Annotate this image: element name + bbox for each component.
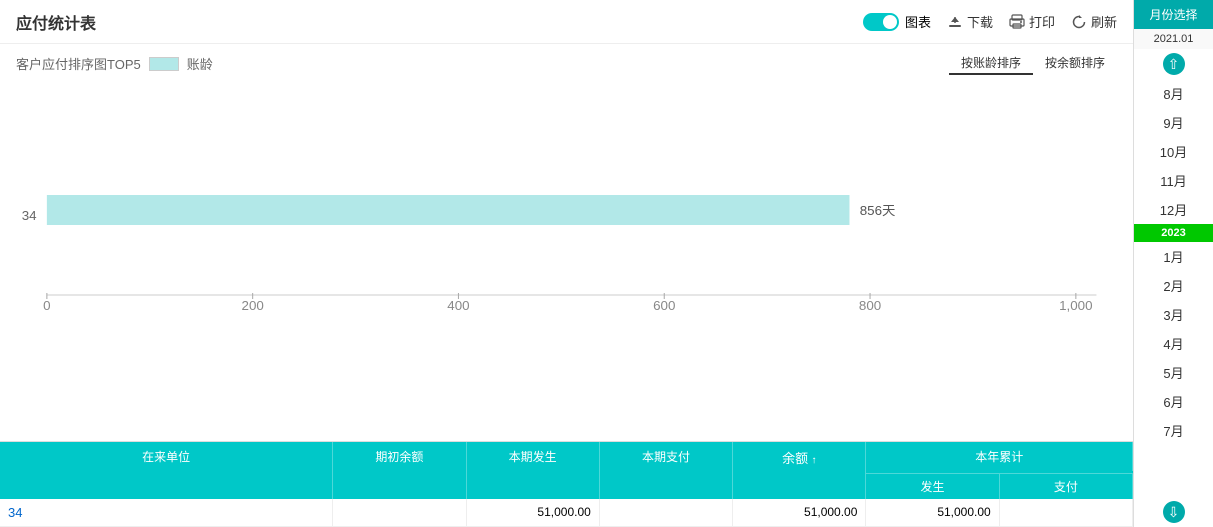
sidebar-month-item[interactable]: 5月	[1134, 358, 1213, 387]
page-title: 应付统计表	[16, 10, 863, 34]
chart-top-label: 客户应付排序图TOP5	[16, 54, 141, 73]
refresh-button[interactable]: 刷新	[1071, 12, 1117, 31]
cell-ytd-pay	[1000, 499, 1133, 527]
svg-text:600: 600	[653, 298, 675, 313]
sidebar-month-item[interactable]: 4月	[1134, 329, 1213, 358]
sidebar-month-item[interactable]: 11月	[1134, 166, 1213, 195]
sidebar-month-item[interactable]: 7月	[1134, 416, 1213, 445]
sidebar-month-item[interactable]: 8月	[1134, 79, 1213, 108]
sidebar-month-item[interactable]: 6月	[1134, 387, 1213, 416]
sidebar-month-item[interactable]: 10月	[1134, 137, 1213, 166]
svg-text:856天: 856天	[860, 203, 896, 218]
sidebar: 月份选择 2021.01 ⇧ 8月9月10月11月12月20231月2月3月4月…	[1133, 0, 1213, 527]
refresh-icon	[1071, 14, 1087, 30]
svg-text:0: 0	[43, 298, 50, 313]
sidebar-month-item[interactable]: 12月	[1134, 195, 1213, 224]
year-marker: 2023	[1134, 224, 1213, 242]
svg-text:1,000: 1,000	[1059, 298, 1092, 313]
sidebar-month-item[interactable]: 2月	[1134, 271, 1213, 300]
svg-text:400: 400	[447, 298, 469, 313]
refresh-label: 刷新	[1091, 12, 1117, 31]
cell-unit: 34	[0, 499, 333, 527]
down-arrow-icon[interactable]: ⇩	[1163, 501, 1185, 523]
unit-link[interactable]: 34	[8, 505, 22, 520]
legend-box	[149, 57, 179, 71]
download-label: 下载	[967, 12, 993, 31]
table-header-row: 在来单位 期初余额 本期发生 本期支付 余额 ↑ 本年累计	[0, 442, 1133, 473]
cell-ytd-occur: 51,000.00	[866, 499, 999, 527]
print-icon	[1009, 14, 1025, 30]
cell-balance: 51,000.00	[733, 499, 866, 527]
chart-container: 34 856天 0 200 400 600 800 1,000	[16, 75, 1117, 441]
chart-toggle[interactable]: 图表	[863, 12, 931, 31]
svg-text:34: 34	[22, 208, 37, 223]
table-sub-header-row: 发生 支付	[0, 473, 1133, 499]
cell-opening	[333, 499, 466, 527]
sidebar-month-item[interactable]: 1月	[1134, 242, 1213, 271]
sidebar-nav-down[interactable]: ⇩	[1134, 497, 1213, 527]
col-ytd-header: 本年累计	[866, 442, 1133, 471]
table-section: 在来单位 期初余额 本期发生 本期支付 余额 ↑ 本年累计 发生 支付 34	[0, 441, 1133, 527]
sort-by-amount-button[interactable]: 按余额排序	[1033, 52, 1117, 75]
sidebar-month-item[interactable]: 3月	[1134, 300, 1213, 329]
sidebar-nav-up[interactable]: ⇧	[1134, 49, 1213, 79]
col-unit-header: 在来单位	[0, 442, 333, 473]
sidebar-month-item[interactable]: 9月	[1134, 108, 1213, 137]
col-opening-header: 期初余额	[333, 442, 466, 473]
col-balance-header: 余额 ↑	[733, 442, 866, 473]
col-ytd-occur-header: 发生	[866, 473, 999, 499]
chart-svg: 34 856天 0 200 400 600 800 1,000	[16, 75, 1117, 335]
sidebar-month-list: 8月9月10月11月12月20231月2月3月4月5月6月7月	[1134, 79, 1213, 497]
col-pay-header: 本期支付	[600, 442, 733, 473]
print-button[interactable]: 打印	[1009, 12, 1055, 31]
sidebar-header: 月份选择	[1134, 0, 1213, 29]
download-icon	[947, 14, 963, 30]
toggle-label: 图表	[905, 12, 931, 31]
print-label: 打印	[1029, 12, 1055, 31]
cell-pay	[600, 499, 733, 527]
sort-by-balance-button[interactable]: 按账龄排序	[949, 52, 1033, 75]
cell-occur: 51,000.00	[467, 499, 600, 527]
col-occur-header: 本期发生	[467, 442, 600, 473]
legend-label: 账龄	[187, 54, 213, 73]
col-ytd-pay-header: 支付	[1000, 473, 1133, 499]
svg-text:200: 200	[242, 298, 264, 313]
up-arrow-icon[interactable]: ⇧	[1163, 53, 1185, 75]
svg-text:800: 800	[859, 298, 881, 313]
sidebar-year-display[interactable]: 2021.01	[1134, 29, 1213, 49]
toggle-knob	[883, 15, 897, 29]
download-button[interactable]: 下载	[947, 12, 993, 31]
toggle-switch[interactable]	[863, 13, 899, 31]
table-row: 34 51,000.00 51,000.00 51,000.00	[0, 499, 1133, 527]
